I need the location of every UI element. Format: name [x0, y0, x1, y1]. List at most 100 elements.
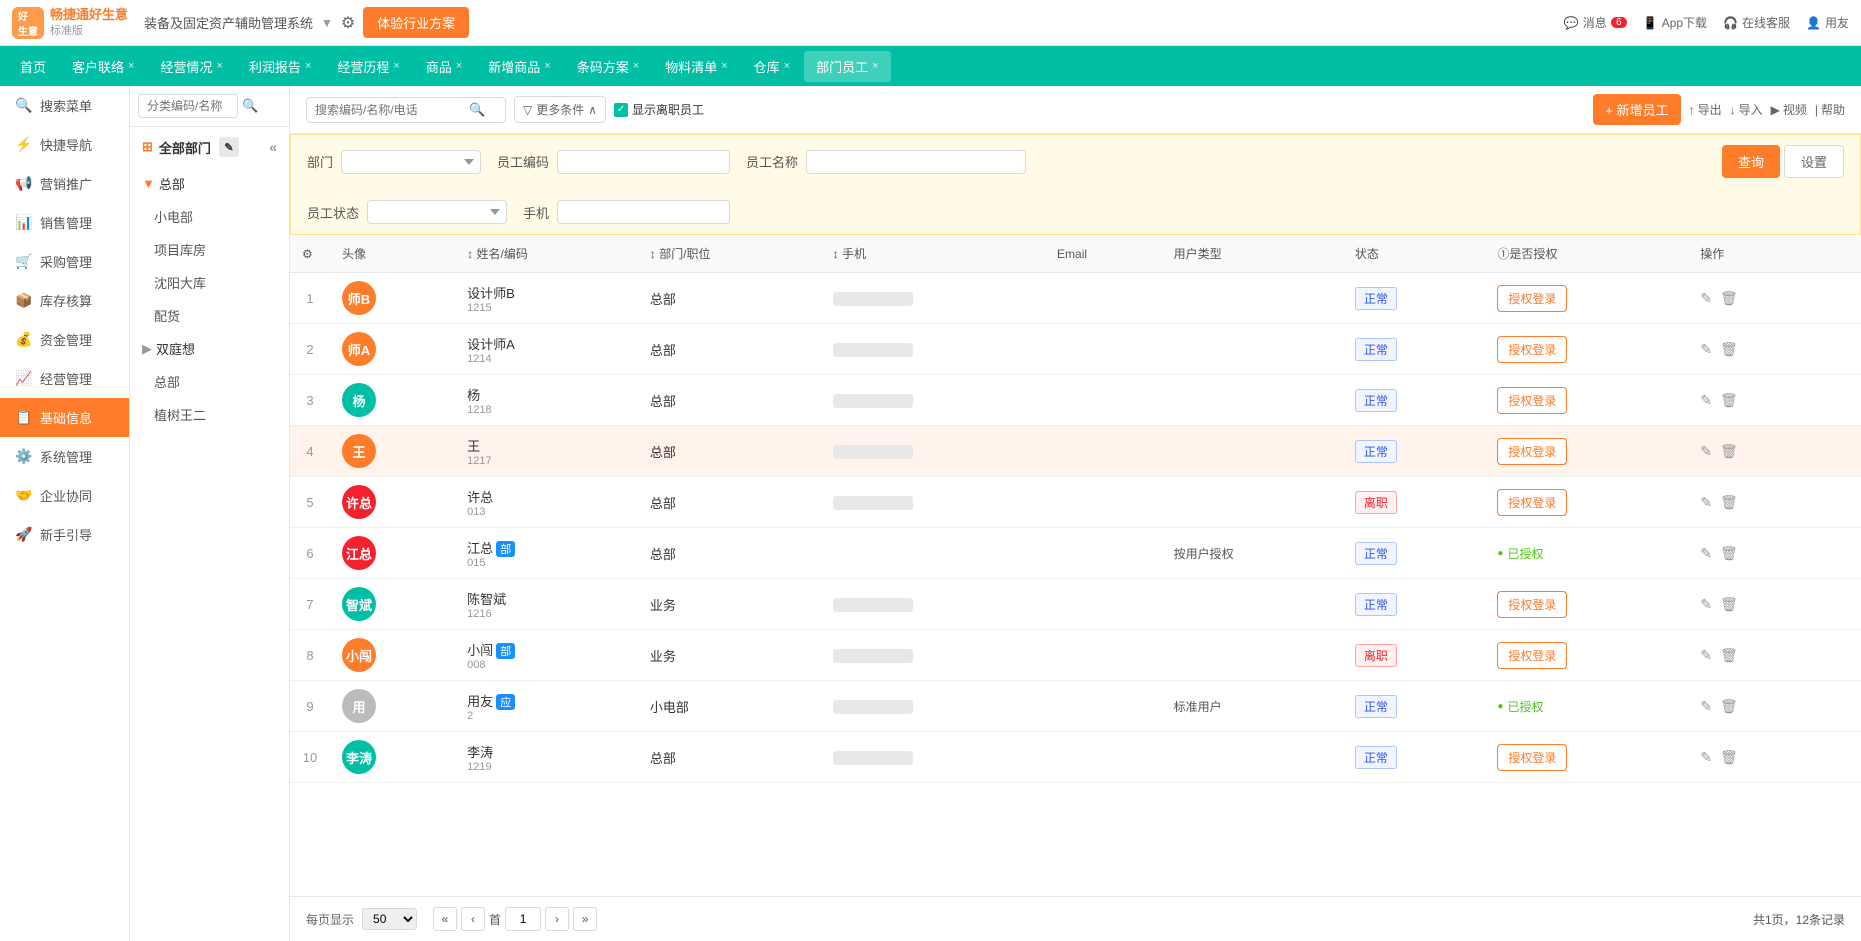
sidebar-item-search[interactable]: 🔍 搜索菜单 [0, 86, 129, 125]
dropdown-arrow-icon[interactable]: ▼ [321, 16, 333, 30]
tab-profit[interactable]: 利润报告 × [237, 51, 323, 82]
dept-item-plant[interactable]: 植树王二 [130, 398, 289, 431]
dept-item-headquarters-group[interactable]: ▼ 总部 [130, 167, 289, 200]
gear-icon[interactable]: ⚙ [341, 13, 355, 33]
auth-login-button[interactable]: 授权登录 [1497, 438, 1567, 465]
delete-icon[interactable]: 🗑 [1720, 341, 1738, 358]
col-dept[interactable]: ↕ 部门/职位 [638, 235, 821, 273]
sidebar-item-system[interactable]: ⚙️ 系统管理 [0, 437, 129, 476]
edit-icon[interactable]: ✎ [1700, 647, 1712, 664]
sidebar-item-inventory[interactable]: 📦 库存核算 [0, 281, 129, 320]
tab-warehouse[interactable]: 仓库 × [742, 51, 802, 82]
sidebar-item-quick-nav[interactable]: ⚡ 快捷导航 [0, 125, 129, 164]
dept-item-shuang[interactable]: ▶ 双庭想 [130, 332, 289, 365]
edit-icon[interactable]: ✎ [1700, 443, 1712, 460]
close-icon[interactable]: × [633, 60, 639, 72]
search-icon[interactable]: 🔍 [469, 102, 485, 118]
tab-home[interactable]: 首页 [8, 51, 58, 82]
close-icon[interactable]: × [216, 60, 222, 72]
auth-login-button[interactable]: 授权登录 [1497, 744, 1567, 771]
page-size-select[interactable]: 50 100 [362, 908, 417, 930]
sidebar-item-guide[interactable]: 🚀 新手引导 [0, 515, 129, 554]
code-filter-input[interactable] [557, 150, 730, 174]
more-filter-btn[interactable]: ▽ 更多条件 ∧ [514, 96, 606, 123]
last-page-button[interactable]: » [573, 907, 597, 931]
sidebar-item-marketing[interactable]: 📢 营销推广 [0, 164, 129, 203]
sidebar-item-collab[interactable]: 🤝 企业协同 [0, 476, 129, 515]
sidebar-item-business[interactable]: 📈 经营管理 [0, 359, 129, 398]
dept-item-hq[interactable]: 总部 [130, 365, 289, 398]
set-button[interactable]: 设置 [1784, 145, 1844, 178]
delete-icon[interactable]: 🗑 [1720, 392, 1738, 409]
edit-icon[interactable]: ✎ [1700, 749, 1712, 766]
close-icon[interactable]: × [721, 60, 727, 72]
dept-item-delivery[interactable]: 配货 [130, 299, 289, 332]
trial-button[interactable]: 体验行业方案 [363, 7, 469, 38]
close-icon[interactable]: × [544, 60, 550, 72]
close-icon[interactable]: × [872, 60, 878, 72]
delete-icon[interactable]: 🗑 [1720, 443, 1738, 460]
dept-item-xiao-dian[interactable]: 小电部 [130, 200, 289, 233]
online-service-action[interactable]: 🎧 在线客服 [1723, 14, 1790, 31]
auth-login-button[interactable]: 授权登录 [1497, 336, 1567, 363]
close-icon[interactable]: × [393, 60, 399, 72]
edit-dept-icon[interactable]: ✎ [219, 137, 239, 157]
view-button[interactable]: ▶视频 [1771, 101, 1807, 118]
edit-icon[interactable]: ✎ [1700, 392, 1712, 409]
tab-new-product[interactable]: 新增商品 × [476, 51, 562, 82]
export-button[interactable]: ↑导出 [1689, 101, 1722, 118]
sidebar-item-basic-info[interactable]: 📋 基础信息 [0, 398, 129, 437]
edit-icon[interactable]: ✎ [1700, 341, 1712, 358]
auth-login-button[interactable]: 授权登录 [1497, 285, 1567, 312]
col-settings-btn[interactable]: ⚙ [290, 235, 330, 273]
tab-history[interactable]: 经营历程 × [325, 51, 411, 82]
tab-material[interactable]: 物料清单 × [653, 51, 739, 82]
edit-icon[interactable]: ✎ [1700, 545, 1712, 562]
collapse-icon[interactable]: « [269, 139, 277, 155]
name-filter-input[interactable] [806, 150, 1026, 174]
first-page-button[interactable]: « [433, 907, 457, 931]
sidebar-item-finance[interactable]: 💰 资金管理 [0, 320, 129, 359]
tab-product[interactable]: 商品 × [414, 51, 474, 82]
close-icon[interactable]: × [128, 60, 134, 72]
delete-icon[interactable]: 🗑 [1720, 596, 1738, 613]
phone-filter-input[interactable] [557, 200, 730, 224]
search-input[interactable] [315, 103, 465, 117]
auth-login-button[interactable]: 授权登录 [1497, 591, 1567, 618]
auth-login-button[interactable]: 授权登录 [1497, 489, 1567, 516]
edit-icon[interactable]: ✎ [1700, 494, 1712, 511]
sidebar-item-sales[interactable]: 📊 销售管理 [0, 203, 129, 242]
tab-operation[interactable]: 经营情况 × [148, 51, 234, 82]
help-button[interactable]: |帮助 [1815, 101, 1845, 118]
app-download-action[interactable]: 📱 App下载 [1643, 14, 1707, 31]
edit-icon[interactable]: ✎ [1700, 698, 1712, 715]
user-action[interactable]: 👤 用友 [1806, 14, 1849, 31]
delete-icon[interactable]: 🗑 [1720, 290, 1738, 307]
delete-icon[interactable]: 🗑 [1720, 647, 1738, 664]
delete-icon[interactable]: 🗑 [1720, 749, 1738, 766]
show-resigned-toggle[interactable]: ✓ 显示离职员工 [614, 101, 704, 118]
delete-icon[interactable]: 🗑 [1720, 545, 1738, 562]
auth-login-button[interactable]: 授权登录 [1497, 387, 1567, 414]
message-action[interactable]: 💬 消息 6 [1564, 14, 1627, 31]
edit-icon[interactable]: ✎ [1700, 290, 1712, 307]
query-button[interactable]: 查询 [1722, 145, 1780, 178]
dept-search-input[interactable] [138, 94, 238, 118]
edit-icon[interactable]: ✎ [1700, 596, 1712, 613]
sidebar-item-purchase[interactable]: 🛒 采购管理 [0, 242, 129, 281]
tab-barcode[interactable]: 条码方案 × [565, 51, 651, 82]
delete-icon[interactable]: 🗑 [1720, 698, 1738, 715]
delete-icon[interactable]: 🗑 [1720, 494, 1738, 511]
col-phone[interactable]: ↕ 手机 [821, 235, 1045, 273]
dept-item-project[interactable]: 项目库房 [130, 233, 289, 266]
prev-page-button[interactable]: ‹ [461, 907, 485, 931]
col-name[interactable]: ↕ 姓名/编码 [455, 235, 638, 273]
dept-filter-select[interactable] [341, 150, 481, 174]
close-icon[interactable]: × [456, 60, 462, 72]
page-input[interactable] [505, 907, 541, 931]
status-filter-select[interactable] [367, 200, 507, 224]
tab-customer[interactable]: 客户联络 × [60, 51, 146, 82]
close-icon[interactable]: × [305, 60, 311, 72]
auth-login-button[interactable]: 授权登录 [1497, 642, 1567, 669]
tab-dept-staff[interactable]: 部门员工 × [804, 51, 890, 82]
